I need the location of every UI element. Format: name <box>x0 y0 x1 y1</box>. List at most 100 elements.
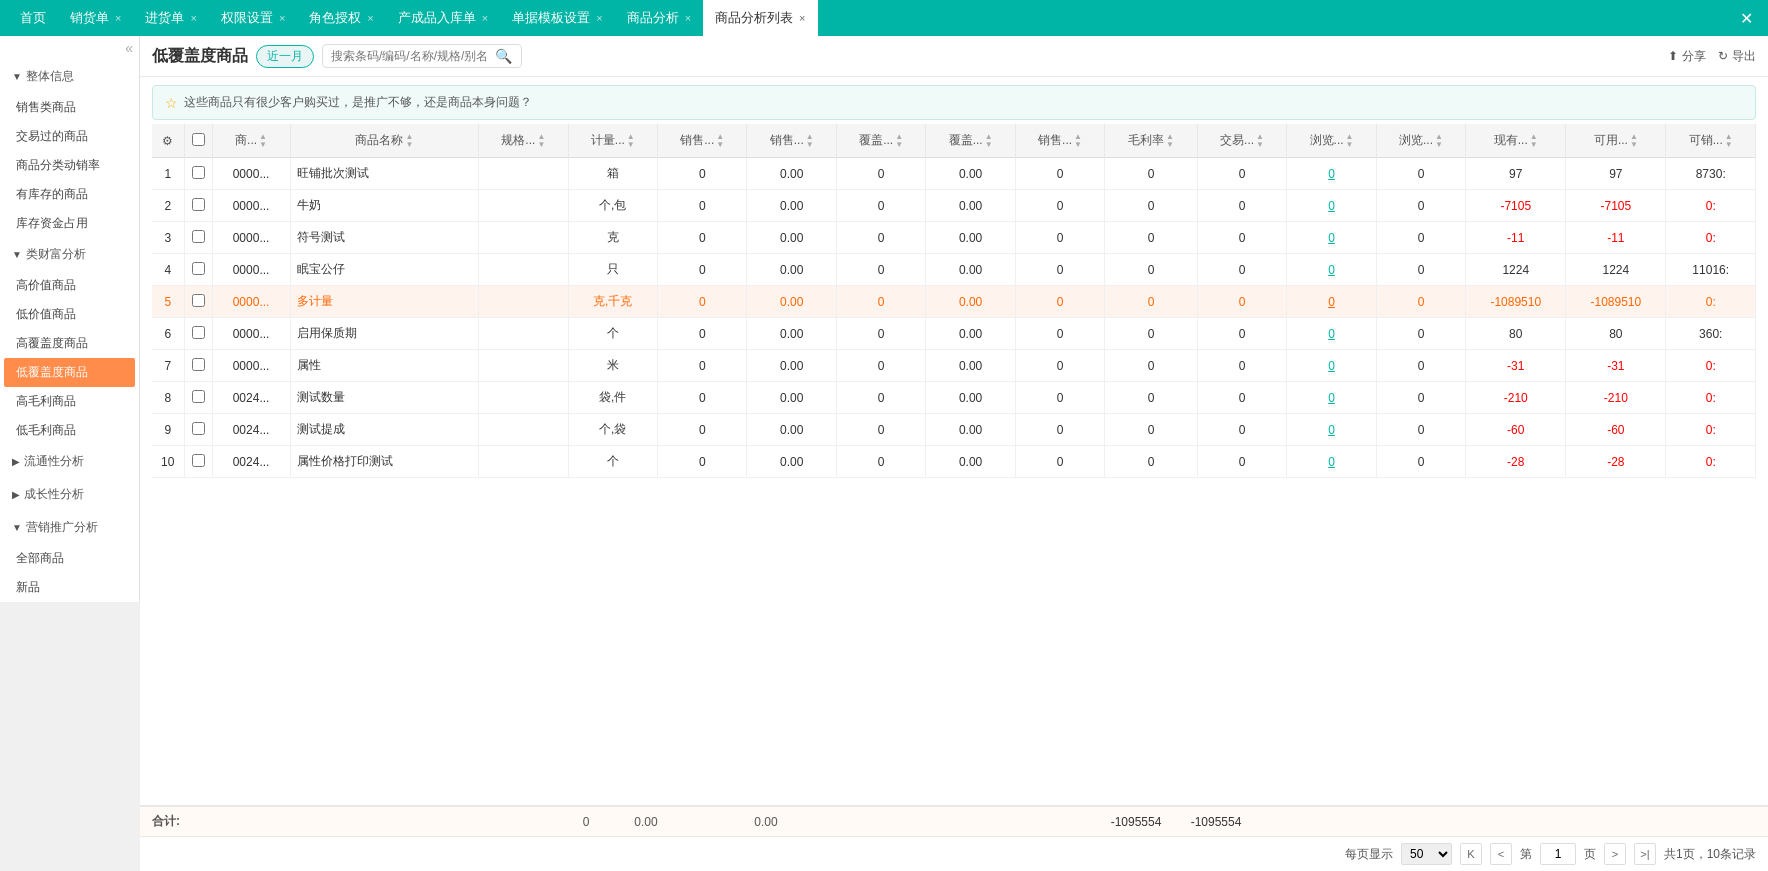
time-filter-tag[interactable]: 近一月 <box>256 45 314 68</box>
content-area: 低覆盖度商品 近一月 🔍 ⬆ 分享 ↻ 导出 ☆ 这些商品只有很少客户购买过，是… <box>140 36 1768 871</box>
th-sale3[interactable]: 销售...▲▼ <box>1015 124 1104 158</box>
row-browse1[interactable]: 0 <box>1287 318 1376 350</box>
row-browse1[interactable]: 0 <box>1287 190 1376 222</box>
sidebar-item-all-goods[interactable]: 全部商品 <box>0 544 139 573</box>
th-usable[interactable]: 可用...▲▼ <box>1566 124 1666 158</box>
row-checkbox[interactable] <box>184 350 212 382</box>
th-cover1[interactable]: 覆盖...▲▼ <box>836 124 925 158</box>
row-checkbox[interactable] <box>184 158 212 190</box>
th-name[interactable]: 商品名称▲▼ <box>290 124 479 158</box>
sidebar-section-marketing[interactable]: ▼ 营销推广分析 <box>0 511 139 544</box>
prev-page-button[interactable]: < <box>1490 843 1512 865</box>
select-all-checkbox[interactable] <box>192 133 205 146</box>
row-gross: 0 <box>1105 222 1198 254</box>
row-sale-qty: 0 <box>658 158 747 190</box>
row-browse1[interactable]: 0 <box>1287 254 1376 286</box>
th-unit[interactable]: 计量...▲▼ <box>568 124 657 158</box>
nav-product-analysis-list[interactable]: 商品分析列表 × <box>703 0 817 36</box>
th-sale-amt[interactable]: 销售...▲▼ <box>747 124 836 158</box>
row-checkbox[interactable] <box>184 222 212 254</box>
row-sale-amt: 0.00 <box>747 350 836 382</box>
settings-icon[interactable]: ⚙ <box>162 134 173 148</box>
sidebar-section-wealth[interactable]: ▼ 类财富分析 <box>0 238 139 271</box>
row-name: 符号测试 <box>290 222 479 254</box>
last-page-button[interactable]: >| <box>1634 843 1656 865</box>
sidebar-item-new-goods[interactable]: 新品 <box>0 573 139 602</box>
row-checkbox[interactable] <box>184 254 212 286</box>
close-icon[interactable]: × <box>685 12 691 24</box>
row-browse1[interactable]: 0 <box>1287 350 1376 382</box>
chevron-icon: ▼ <box>12 71 22 82</box>
th-trade[interactable]: 交易...▲▼ <box>1197 124 1286 158</box>
row-browse1[interactable]: 0 <box>1287 158 1376 190</box>
sidebar-item-stock-fund[interactable]: 库存资金占用 <box>0 209 139 238</box>
nav-home[interactable]: 首页 <box>8 0 58 36</box>
close-icon[interactable]: × <box>596 12 602 24</box>
row-trade: 0 <box>1197 414 1286 446</box>
row-gross: 0 <box>1105 190 1198 222</box>
sidebar-item-stock-goods[interactable]: 有库存的商品 <box>0 180 139 209</box>
sidebar-section-flow[interactable]: ▶ 流通性分析 <box>0 445 139 478</box>
share-action[interactable]: ⬆ 分享 <box>1668 48 1706 65</box>
export-action[interactable]: ↻ 导出 <box>1718 48 1756 65</box>
pagination: 每页显示 10 20 50 100 K < 第 页 > >| 共1页，10条记录 <box>140 836 1768 871</box>
sidebar-item-category-rate[interactable]: 商品分类动销率 <box>0 151 139 180</box>
sidebar-item-low-value[interactable]: 低价值商品 <box>0 300 139 329</box>
row-browse1[interactable]: 0 <box>1287 286 1376 318</box>
nav-sales[interactable]: 销货单 × <box>58 0 133 36</box>
sidebar-item-traded-goods[interactable]: 交易过的商品 <box>0 122 139 151</box>
row-browse1[interactable]: 0 <box>1287 382 1376 414</box>
row-browse2: 0 <box>1376 190 1465 222</box>
window-close-button[interactable]: ✕ <box>1732 4 1760 32</box>
page-size-select[interactable]: 10 20 50 100 <box>1401 843 1452 865</box>
sidebar-item-high-profit[interactable]: 高毛利商品 <box>0 387 139 416</box>
row-unit: 只 <box>568 254 657 286</box>
nav-permissions[interactable]: 权限设置 × <box>209 0 297 36</box>
next-page-button[interactable]: > <box>1604 843 1626 865</box>
row-checkbox[interactable] <box>184 382 212 414</box>
row-checkbox[interactable] <box>184 286 212 318</box>
row-browse1[interactable]: 0 <box>1287 222 1376 254</box>
th-gross[interactable]: 毛利率▲▼ <box>1105 124 1198 158</box>
row-cover2: 0.00 <box>926 158 1015 190</box>
close-icon[interactable]: × <box>279 12 285 24</box>
sidebar-item-low-profit[interactable]: 低毛利商品 <box>0 416 139 445</box>
page-number-input[interactable] <box>1540 843 1576 865</box>
sidebar-section-growth[interactable]: ▶ 成长性分析 <box>0 478 139 511</box>
sidebar-item-sales-goods[interactable]: 销售类商品 <box>0 93 139 122</box>
th-browse1[interactable]: 浏览...▲▼ <box>1287 124 1376 158</box>
row-browse1[interactable]: 0 <box>1287 446 1376 478</box>
sidebar-item-low-coverage[interactable]: 低覆盖度商品 <box>4 358 135 387</box>
search-input[interactable] <box>331 49 491 63</box>
th-spec[interactable]: 规格...▲▼ <box>479 124 568 158</box>
th-browse2[interactable]: 浏览...▲▼ <box>1376 124 1465 158</box>
close-icon[interactable]: × <box>115 12 121 24</box>
row-checkbox[interactable] <box>184 318 212 350</box>
close-icon[interactable]: × <box>190 12 196 24</box>
nav-purchase[interactable]: 进货单 × <box>133 0 208 36</box>
search-icon[interactable]: 🔍 <box>495 48 512 64</box>
row-usable: -60 <box>1566 414 1666 446</box>
sidebar-item-high-value[interactable]: 高价值商品 <box>0 271 139 300</box>
sidebar-section-overview[interactable]: ▼ 整体信息 <box>0 60 139 93</box>
row-checkbox[interactable] <box>184 414 212 446</box>
sidebar-collapse-button[interactable]: « <box>125 40 133 56</box>
th-cover2[interactable]: 覆盖...▲▼ <box>926 124 1015 158</box>
th-saleable[interactable]: 可销...▲▼ <box>1666 124 1756 158</box>
close-icon[interactable]: × <box>482 12 488 24</box>
nav-template-settings[interactable]: 单据模板设置 × <box>500 0 614 36</box>
nav-product-analysis[interactable]: 商品分析 × <box>615 0 703 36</box>
row-checkbox[interactable] <box>184 190 212 222</box>
th-sale-qty[interactable]: 销售...▲▼ <box>658 124 747 158</box>
nav-product-inbound[interactable]: 产成品入库单 × <box>386 0 500 36</box>
nav-role-auth[interactable]: 角色授权 × <box>297 0 385 36</box>
first-page-button[interactable]: K <box>1460 843 1482 865</box>
row-browse1[interactable]: 0 <box>1287 414 1376 446</box>
sidebar-item-high-coverage[interactable]: 高覆盖度商品 <box>0 329 139 358</box>
th-code[interactable]: 商...▲▼ <box>212 124 290 158</box>
close-icon[interactable]: × <box>799 12 805 24</box>
th-current[interactable]: 现有...▲▼ <box>1466 124 1566 158</box>
th-settings[interactable]: ⚙ <box>152 124 184 158</box>
close-icon[interactable]: × <box>367 12 373 24</box>
row-checkbox[interactable] <box>184 446 212 478</box>
